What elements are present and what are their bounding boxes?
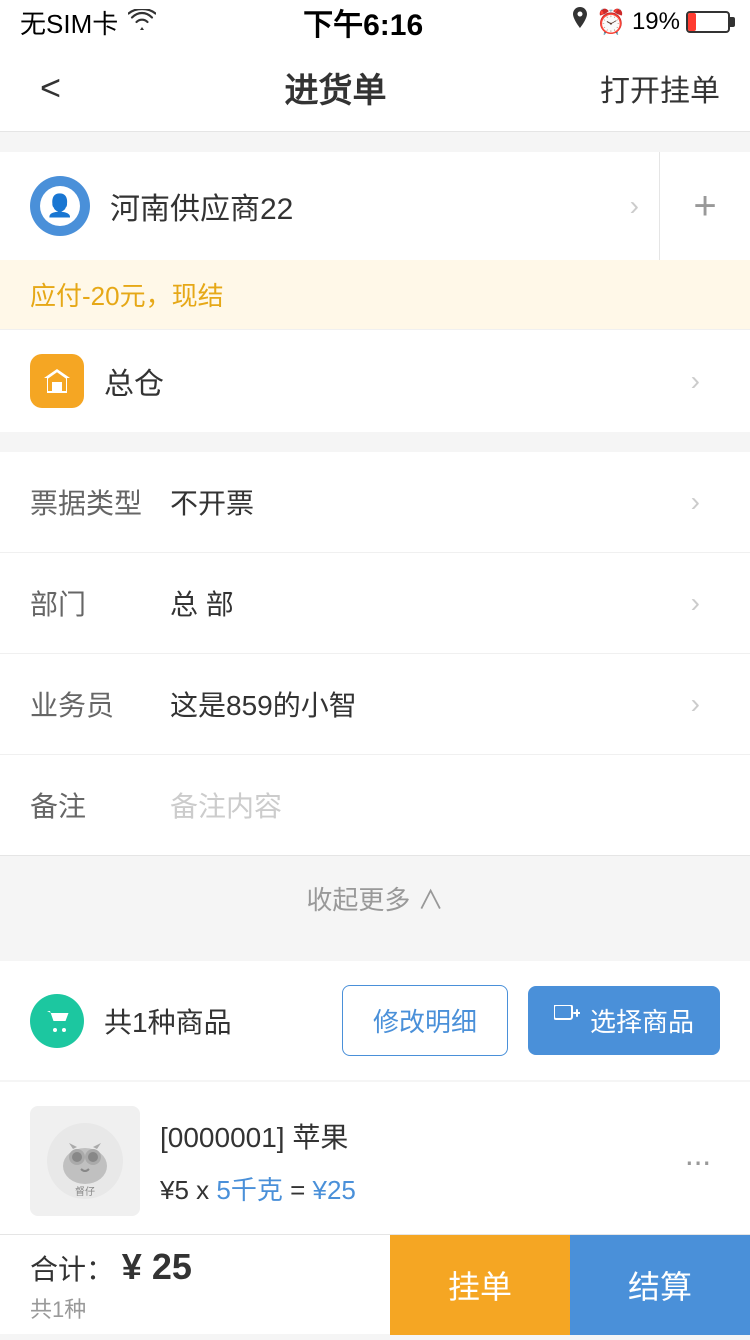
remark-row[interactable]: 备注 备注内容 <box>0 755 750 855</box>
dept-value: 总 部 <box>150 583 671 623</box>
price-equals: = <box>290 1175 312 1205</box>
sales-chevron-icon: › <box>671 688 720 720</box>
alarm-icon: ⏰ <box>596 8 626 37</box>
products-header: 共1种商品 修改明细 选择商品 <box>0 961 750 1080</box>
status-right: ⏰ 19% <box>570 7 730 38</box>
product-name: [0000001] 苹果 <box>160 1116 654 1156</box>
price-qty: 5千克 <box>216 1175 282 1205</box>
dept-row[interactable]: 部门 总 部 › <box>0 553 750 654</box>
invoice-chevron-icon: › <box>671 486 720 518</box>
price-total: ¥25 <box>313 1175 356 1205</box>
select-products-button[interactable]: 选择商品 <box>528 986 720 1055</box>
supplier-section: 👤 河南供应商22 › + <box>0 152 750 260</box>
supplier-chevron-icon: › <box>610 190 659 222</box>
dept-chevron-icon: › <box>671 587 720 619</box>
invoice-label: 票据类型 <box>30 482 150 522</box>
divider-top <box>0 132 750 152</box>
product-item: 督仔 [0000001] 苹果 ¥5 x 5千克 = ¥25 ··· <box>0 1082 750 1240</box>
invoice-value: 不开票 <box>150 482 671 522</box>
warehouse-chevron-icon: › <box>671 365 720 397</box>
collapse-bar[interactable]: 收起更多 ∧ <box>0 855 750 941</box>
status-left: 无SIM卡 <box>20 4 156 41</box>
form-section: 票据类型 不开票 › 部门 总 部 › 业务员 这是859的小智 › 备注 备注… <box>0 452 750 855</box>
total-main: 合计： ¥ 25 <box>30 1246 360 1288</box>
nav-bar: < 进货单 打开挂单 <box>0 44 750 132</box>
total-sub: 共1种 <box>30 1292 360 1324</box>
warehouse-name: 总仓 <box>104 359 671 403</box>
warehouse-section[interactable]: 总仓 › <box>0 329 750 432</box>
product-price: ¥5 x 5千克 = ¥25 <box>160 1170 654 1207</box>
open-suspend-button[interactable]: 打开挂单 <box>600 66 720 110</box>
product-more-button[interactable]: ··· <box>674 1133 720 1190</box>
sales-label: 业务员 <box>30 684 150 724</box>
battery-fill <box>688 13 696 31</box>
remark-input[interactable]: 备注内容 <box>150 785 720 825</box>
supplier-avatar: 👤 <box>30 176 90 236</box>
select-products-label: 选择商品 <box>590 1002 694 1039</box>
remark-label: 备注 <box>30 785 150 825</box>
price-value: ¥5 <box>160 1175 189 1205</box>
product-thumbnail: 督仔 <box>30 1106 140 1216</box>
dept-label: 部门 <box>30 583 150 623</box>
total-section: 合计： ¥ 25 共1种 <box>0 1246 390 1324</box>
status-bar: 无SIM卡 下午6:16 ⏰ 19% <box>0 0 750 44</box>
invoice-row[interactable]: 票据类型 不开票 › <box>0 452 750 553</box>
location-icon <box>570 7 590 38</box>
supplier-note: 应付-20元，现结 <box>0 260 750 329</box>
products-icon <box>30 994 84 1048</box>
product-info: [0000001] 苹果 ¥5 x 5千克 = ¥25 <box>160 1116 654 1207</box>
sales-value: 这是859的小智 <box>150 684 671 724</box>
product-id: [0000001] <box>160 1122 285 1153</box>
warehouse-icon <box>30 354 84 408</box>
price-multiply: x <box>196 1175 216 1205</box>
carrier-text: 无SIM卡 <box>20 4 118 41</box>
suspend-button[interactable]: 挂单 <box>390 1235 570 1335</box>
checkout-button[interactable]: 结算 <box>570 1235 750 1335</box>
status-time: 下午6:16 <box>303 0 423 44</box>
total-label: 合计： <box>30 1254 114 1285</box>
products-count: 共1种商品 <box>104 1001 322 1041</box>
back-button[interactable]: < <box>30 57 71 119</box>
supplier-main[interactable]: 👤 河南供应商22 › <box>0 152 660 260</box>
bottom-bar: 合计： ¥ 25 共1种 挂单 结算 <box>0 1234 750 1334</box>
total-amount: ¥ 25 <box>122 1246 192 1287</box>
supplier-name: 河南供应商22 <box>110 184 610 228</box>
sales-row[interactable]: 业务员 这是859的小智 › <box>0 654 750 755</box>
page-title: 进货单 <box>285 63 387 112</box>
avatar-inner: 👤 <box>40 186 80 226</box>
battery-percent: 19% <box>632 8 680 36</box>
wifi-icon <box>128 7 156 38</box>
select-icon <box>554 1005 580 1036</box>
svg-text:督仔: 督仔 <box>75 1185 95 1198</box>
modify-detail-button[interactable]: 修改明细 <box>342 985 508 1056</box>
owl-logo-icon: 督仔 <box>45 1121 125 1201</box>
add-supplier-button[interactable]: + <box>660 184 750 229</box>
product-title-name: 苹果 <box>292 1122 348 1153</box>
battery-icon <box>686 11 730 33</box>
